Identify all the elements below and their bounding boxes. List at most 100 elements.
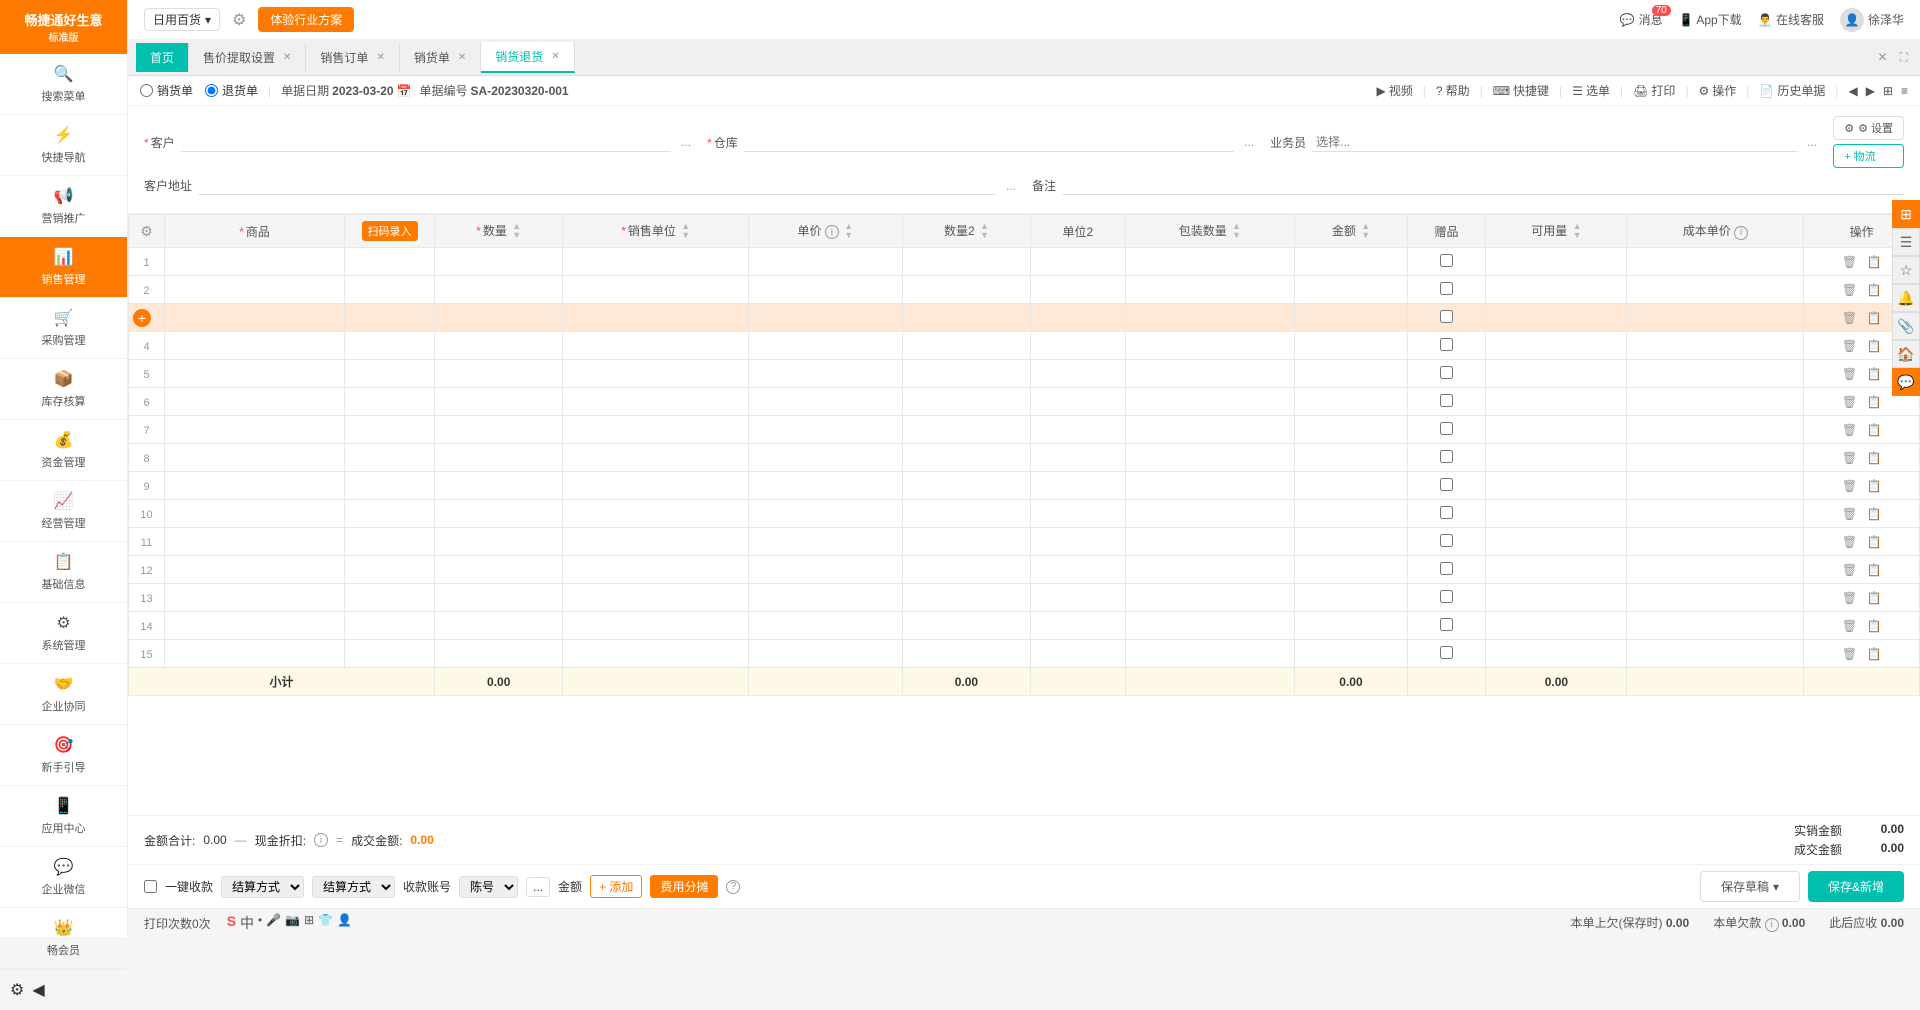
qty2-cell[interactable]	[902, 416, 1030, 444]
unit-price-cell[interactable]	[748, 556, 902, 584]
available-cell[interactable]	[1486, 444, 1627, 472]
customer-dots[interactable]: ...	[681, 135, 691, 149]
gift-cell[interactable]	[1407, 612, 1486, 640]
select-btn[interactable]: ☰ 选单	[1572, 82, 1610, 99]
float-attachment[interactable]: 📎	[1892, 312, 1920, 340]
qty-cell[interactable]	[435, 444, 563, 472]
logistics-btn[interactable]: + 物流	[1833, 144, 1904, 168]
qty2-cell[interactable]	[902, 584, 1030, 612]
sidebar-item-apps[interactable]: 📱应用中心	[0, 786, 127, 847]
sales-unit-cell[interactable]	[563, 612, 749, 640]
pkg-qty-cell[interactable]	[1125, 584, 1295, 612]
unit-price-cell[interactable]	[748, 248, 902, 276]
cost-price-cell[interactable]	[1627, 500, 1804, 528]
gift-cell[interactable]	[1407, 640, 1486, 668]
goods-cell[interactable]	[165, 528, 345, 556]
video-btn[interactable]: ▶ 视频	[1377, 82, 1413, 99]
delete-icon[interactable]: 🗑	[1842, 535, 1857, 549]
available-cell[interactable]	[1486, 584, 1627, 612]
qty2-cell[interactable]	[902, 276, 1030, 304]
qty2-cell[interactable]	[902, 472, 1030, 500]
zhong-icon[interactable]: 中	[240, 913, 254, 933]
sales-unit-cell[interactable]	[563, 556, 749, 584]
copy-icon[interactable]: 📋	[1867, 423, 1882, 437]
gift-cell[interactable]	[1407, 388, 1486, 416]
tab-销货退货[interactable]: 销货退货✕	[481, 42, 574, 73]
address-input[interactable]	[198, 176, 996, 195]
qty2-cell[interactable]	[902, 612, 1030, 640]
unit2-cell[interactable]	[1031, 640, 1125, 668]
user-info[interactable]: 👤 徐泽华	[1840, 8, 1904, 32]
float-grid-active[interactable]: ⊞	[1892, 200, 1920, 228]
available-cell[interactable]	[1486, 416, 1627, 444]
unit2-cell[interactable]	[1031, 360, 1125, 388]
return-radio-input[interactable]	[205, 84, 218, 97]
float-star[interactable]: ☆	[1892, 256, 1920, 284]
copy-icon[interactable]: 📋	[1867, 367, 1882, 381]
pkg-qty-cell[interactable]	[1125, 276, 1295, 304]
unit-price-cell[interactable]	[748, 444, 902, 472]
gift-cell[interactable]	[1407, 556, 1486, 584]
delete-icon[interactable]: 🗑	[1842, 367, 1857, 381]
delete-icon[interactable]: 🗑	[1842, 423, 1857, 437]
unit2-cell[interactable]	[1031, 444, 1125, 472]
delete-icon[interactable]: 🗑	[1842, 563, 1857, 577]
amount-cell[interactable]	[1295, 472, 1408, 500]
salesman-input[interactable]	[1312, 133, 1797, 152]
qty2-cell[interactable]	[902, 556, 1030, 584]
amount-cell[interactable]	[1295, 640, 1408, 668]
sales-unit-cell[interactable]	[563, 528, 749, 556]
warehouse-dots[interactable]: ...	[1244, 135, 1254, 149]
scan-btn[interactable]: 扫码录入	[362, 221, 418, 241]
gift-checkbox[interactable]	[1440, 338, 1453, 351]
gift-checkbox[interactable]	[1440, 254, 1453, 267]
amount-cell[interactable]	[1295, 584, 1408, 612]
qty2-cell[interactable]	[902, 528, 1030, 556]
float-bell[interactable]: 🔔	[1892, 284, 1920, 312]
qty-cell[interactable]	[435, 612, 563, 640]
available-cell[interactable]	[1486, 612, 1627, 640]
grid-view-btn[interactable]: ⊞	[1883, 84, 1893, 98]
amount-cell[interactable]	[1295, 444, 1408, 472]
calendar-icon[interactable]: 📅	[397, 84, 412, 98]
col-settings-header[interactable]: ⚙	[129, 215, 165, 248]
cost-price-cell[interactable]	[1627, 388, 1804, 416]
amount-cell[interactable]	[1295, 500, 1408, 528]
unit2-cell[interactable]	[1031, 556, 1125, 584]
goods-cell[interactable]	[165, 472, 345, 500]
tab-close[interactable]: ✕	[551, 51, 559, 62]
tab-售价提取设置[interactable]: 售价提取设置✕	[189, 43, 306, 72]
copy-icon[interactable]: 📋	[1867, 591, 1882, 605]
unit-price-cell[interactable]	[748, 332, 902, 360]
unit-price-cell[interactable]	[748, 640, 902, 668]
available-cell[interactable]	[1486, 388, 1627, 416]
delete-icon[interactable]: 🗑	[1842, 507, 1857, 521]
pkg-qty-cell[interactable]	[1125, 640, 1295, 668]
sales-unit-cell[interactable]	[563, 444, 749, 472]
credit-info[interactable]: i	[1765, 918, 1779, 932]
copy-icon[interactable]: 📋	[1867, 451, 1882, 465]
gift-checkbox[interactable]	[1440, 282, 1453, 295]
copy-icon[interactable]: 📋	[1867, 479, 1882, 493]
amount-cell[interactable]	[1295, 248, 1408, 276]
sidebar-item-system[interactable]: ⚙系统管理	[0, 603, 127, 664]
copy-icon[interactable]: 📋	[1867, 619, 1882, 633]
calc-method-select[interactable]: 结算方式	[221, 876, 304, 898]
pkg-qty-cell[interactable]	[1125, 612, 1295, 640]
unit2-cell[interactable]	[1031, 332, 1125, 360]
cost-price-cell[interactable]	[1627, 472, 1804, 500]
unit2-cell[interactable]	[1031, 528, 1125, 556]
tab-close[interactable]: ✕	[458, 52, 466, 63]
cost-price-cell[interactable]	[1627, 360, 1804, 388]
gift-checkbox[interactable]	[1440, 534, 1453, 547]
list-view-btn[interactable]: ≡	[1901, 84, 1908, 98]
unit-price-cell[interactable]	[748, 276, 902, 304]
qty-cell[interactable]	[435, 388, 563, 416]
remark-input[interactable]	[1062, 176, 1904, 195]
amount-cell[interactable]	[1295, 304, 1408, 332]
available-cell[interactable]	[1486, 248, 1627, 276]
tab-expand-icon[interactable]: ⛶	[1896, 46, 1912, 69]
tab-close-icon[interactable]: ✕	[1874, 46, 1892, 69]
gift-checkbox[interactable]	[1440, 646, 1453, 659]
qty2-cell[interactable]	[902, 248, 1030, 276]
